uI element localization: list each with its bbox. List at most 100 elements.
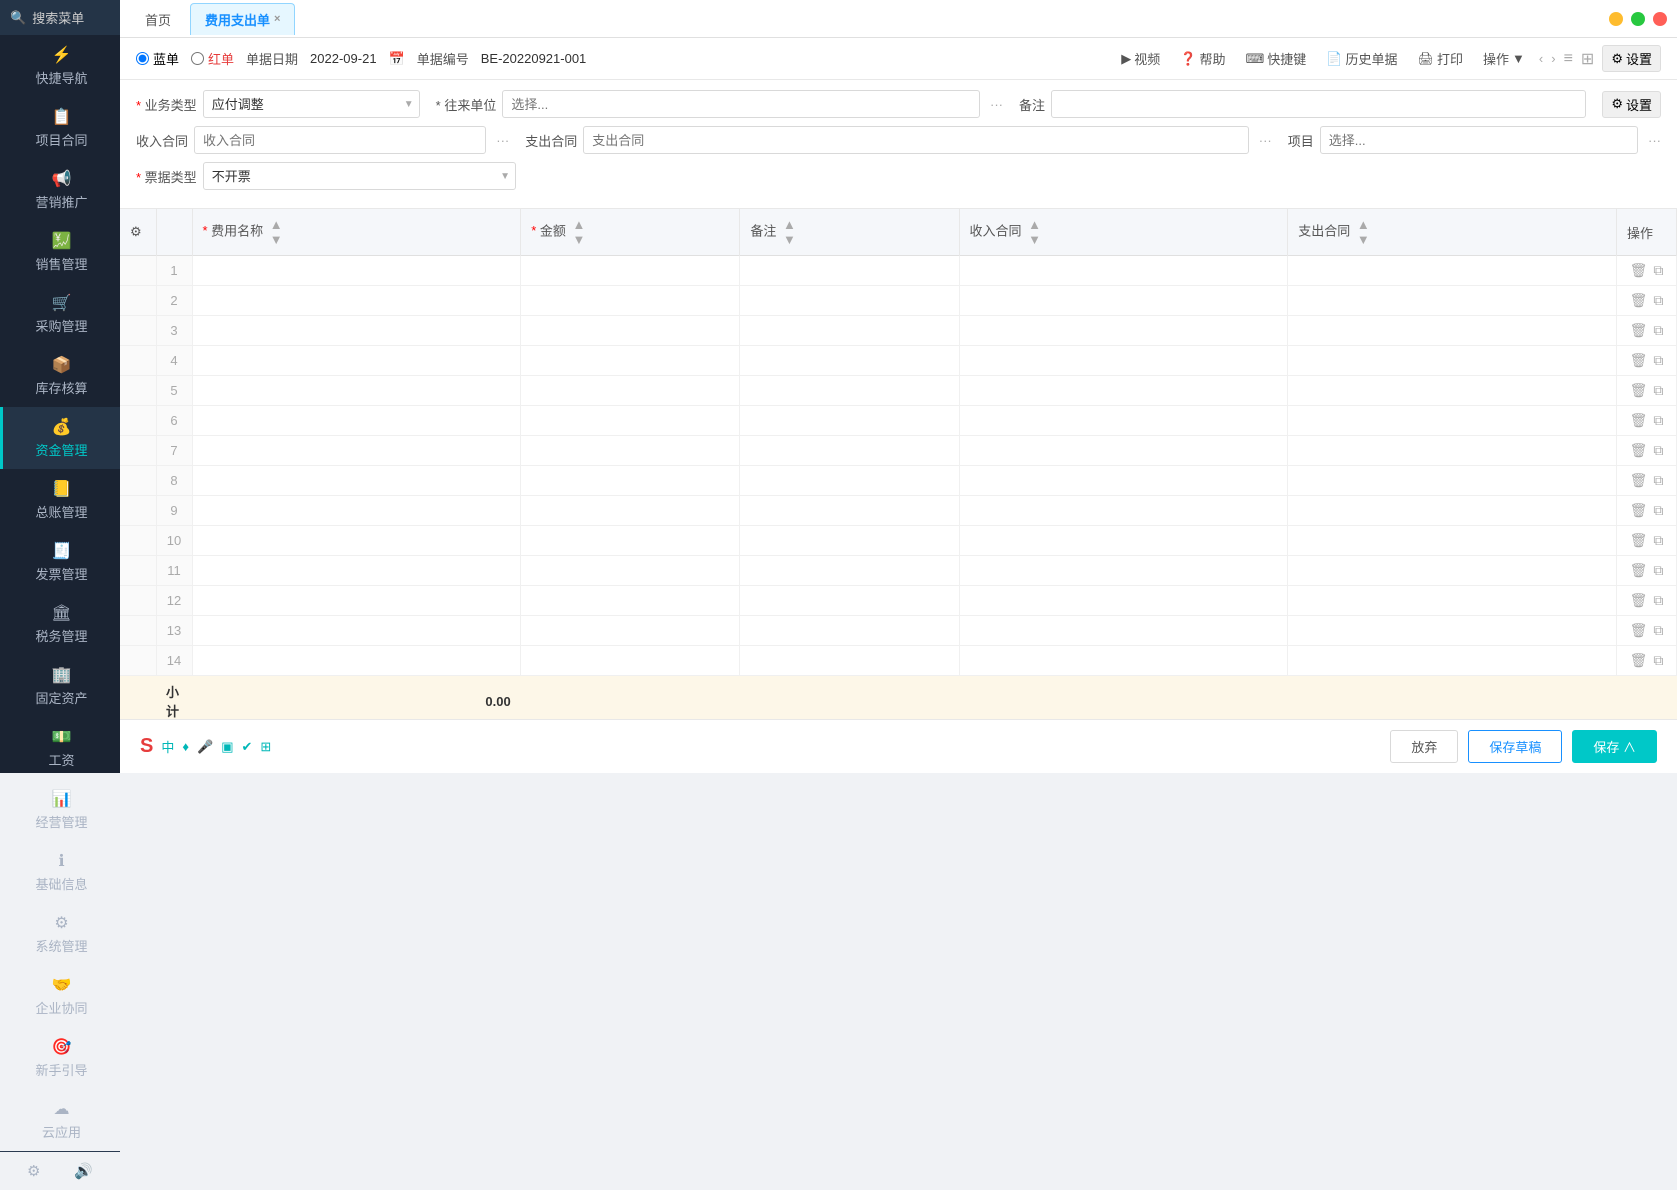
copy-icon-12[interactable]: ⧉	[1653, 592, 1663, 609]
biz-type-select[interactable]: 应付调整	[203, 90, 420, 118]
project-input[interactable]	[1320, 126, 1638, 154]
print-button[interactable]: 🖨 打印	[1411, 46, 1469, 71]
tab-home[interactable]: 首页	[130, 3, 186, 35]
td-amount-1[interactable]	[521, 256, 740, 286]
expense-contract-input[interactable]	[583, 126, 1248, 154]
td-expense-name-12[interactable]	[192, 586, 521, 616]
td-income-contract-3[interactable]	[959, 316, 1288, 346]
td-expense-name-11[interactable]	[192, 556, 521, 586]
delete-icon-3[interactable]: 🗑	[1630, 322, 1648, 339]
td-amount-8[interactable]	[521, 466, 740, 496]
counterpart-ellipsis[interactable]: ···	[990, 97, 1003, 112]
delete-icon-5[interactable]: 🗑	[1630, 382, 1648, 399]
td-note-1[interactable]	[740, 256, 959, 286]
tab-close-expense[interactable]: ×	[274, 13, 280, 25]
td-expense-contract-12[interactable]	[1288, 586, 1617, 616]
td-income-contract-13[interactable]	[959, 616, 1288, 646]
radio-blue[interactable]: 蓝单	[136, 49, 179, 68]
view-list-icon[interactable]: ≡	[1564, 50, 1573, 68]
sidebar-item-basic-info[interactable]: ℹ 基础信息	[0, 841, 120, 903]
td-income-contract-6[interactable]	[959, 406, 1288, 436]
expense-contract-ellipsis[interactable]: ···	[1259, 133, 1272, 148]
sidebar-item-sys-mgmt[interactable]: ⚙ 系统管理	[0, 903, 120, 965]
td-income-contract-9[interactable]	[959, 496, 1288, 526]
td-income-contract-14[interactable]	[959, 646, 1288, 676]
td-expense-name-4[interactable]	[192, 346, 521, 376]
copy-icon-1[interactable]: ⧉	[1653, 262, 1663, 279]
view-grid-icon[interactable]: ⊞	[1581, 49, 1594, 69]
td-expense-contract-7[interactable]	[1288, 436, 1617, 466]
sidebar-item-fixed-assets[interactable]: 🏢 固定资产	[0, 655, 120, 717]
setting-button[interactable]: ⚙ 设置	[1602, 45, 1661, 72]
td-amount-6[interactable]	[521, 406, 740, 436]
nav-prev-icon[interactable]: ‹	[1539, 51, 1543, 66]
delete-icon-14[interactable]: 🗑	[1630, 652, 1648, 669]
th-note[interactable]: 备注 ▲▼	[740, 209, 959, 256]
td-income-contract-5[interactable]	[959, 376, 1288, 406]
td-expense-contract-9[interactable]	[1288, 496, 1617, 526]
maximize-button[interactable]	[1631, 12, 1645, 26]
td-income-contract-10[interactable]	[959, 526, 1288, 556]
copy-icon-5[interactable]: ⧉	[1653, 382, 1663, 399]
td-expense-name-9[interactable]	[192, 496, 521, 526]
sidebar-item-project-contract[interactable]: 📋 项目合同	[0, 97, 120, 159]
operations-button[interactable]: 操作 ▼	[1477, 46, 1531, 71]
project-ellipsis[interactable]: ···	[1648, 133, 1661, 148]
copy-icon-4[interactable]: ⧉	[1653, 352, 1663, 369]
delete-icon-6[interactable]: 🗑	[1630, 412, 1648, 429]
td-expense-name-7[interactable]	[192, 436, 521, 466]
delete-icon-12[interactable]: 🗑	[1630, 592, 1648, 609]
td-income-contract-12[interactable]	[959, 586, 1288, 616]
td-note-7[interactable]	[740, 436, 959, 466]
sidebar-item-business-mgmt[interactable]: 📊 经营管理	[0, 779, 120, 841]
td-note-5[interactable]	[740, 376, 959, 406]
close-button[interactable]	[1653, 12, 1667, 26]
td-note-13[interactable]	[740, 616, 959, 646]
nav-next-icon[interactable]: ›	[1551, 51, 1555, 66]
note-input[interactable]	[1051, 90, 1586, 118]
td-amount-7[interactable]	[521, 436, 740, 466]
td-note-2[interactable]	[740, 286, 959, 316]
sidebar-item-purchase-mgmt[interactable]: 🛒 采购管理	[0, 283, 120, 345]
settings-icon[interactable]: ⚙	[27, 1162, 40, 1180]
radio-red[interactable]: 红单	[191, 49, 234, 68]
sidebar-item-sales-mgmt[interactable]: 💹 销售管理	[0, 221, 120, 283]
save-draft-button[interactable]: 保存草稿	[1468, 730, 1562, 763]
td-amount-12[interactable]	[521, 586, 740, 616]
td-income-contract-4[interactable]	[959, 346, 1288, 376]
td-note-3[interactable]	[740, 316, 959, 346]
td-income-contract-8[interactable]	[959, 466, 1288, 496]
audio-icon[interactable]: 🔊	[74, 1162, 93, 1180]
td-expense-contract-13[interactable]	[1288, 616, 1617, 646]
income-contract-ellipsis[interactable]: ···	[496, 133, 509, 148]
copy-icon-14[interactable]: ⧉	[1653, 652, 1663, 669]
sidebar-item-marketing[interactable]: 📢 营销推广	[0, 159, 120, 221]
sidebar-item-enterprise-collab[interactable]: 🤝 企业协同	[0, 965, 120, 1027]
td-expense-name-10[interactable]	[192, 526, 521, 556]
income-contract-input[interactable]	[194, 126, 486, 154]
sidebar-item-cloud-apps[interactable]: ☁ 云应用	[0, 1089, 120, 1151]
td-amount-10[interactable]	[521, 526, 740, 556]
delete-icon-10[interactable]: 🗑	[1630, 532, 1648, 549]
td-note-4[interactable]	[740, 346, 959, 376]
th-amount[interactable]: 金额 ▲▼	[521, 209, 740, 256]
sidebar-item-new-guide[interactable]: 🎯 新手引导	[0, 1027, 120, 1089]
td-expense-name-8[interactable]	[192, 466, 521, 496]
sidebar-item-capital-mgmt[interactable]: 💰 资金管理	[0, 407, 120, 469]
th-expense-name[interactable]: 费用名称 ▲▼	[192, 209, 521, 256]
td-expense-name-13[interactable]	[192, 616, 521, 646]
td-expense-name-6[interactable]	[192, 406, 521, 436]
td-expense-contract-4[interactable]	[1288, 346, 1617, 376]
th-income-contract[interactable]: 收入合同 ▲▼	[959, 209, 1288, 256]
copy-icon-6[interactable]: ⧉	[1653, 412, 1663, 429]
td-income-contract-1[interactable]	[959, 256, 1288, 286]
copy-icon-13[interactable]: ⧉	[1653, 622, 1663, 639]
td-note-12[interactable]	[740, 586, 959, 616]
tab-expense[interactable]: 费用支出单×	[190, 3, 295, 35]
save-button[interactable]: 保存 ∧	[1572, 730, 1657, 763]
sidebar-item-tax-mgmt[interactable]: 🏛 税务管理	[0, 593, 120, 655]
copy-icon-10[interactable]: ⧉	[1653, 532, 1663, 549]
setting-button-right[interactable]: ⚙ 设置	[1602, 91, 1661, 118]
td-expense-contract-10[interactable]	[1288, 526, 1617, 556]
sidebar-item-salary[interactable]: 💵 工资	[0, 717, 120, 779]
